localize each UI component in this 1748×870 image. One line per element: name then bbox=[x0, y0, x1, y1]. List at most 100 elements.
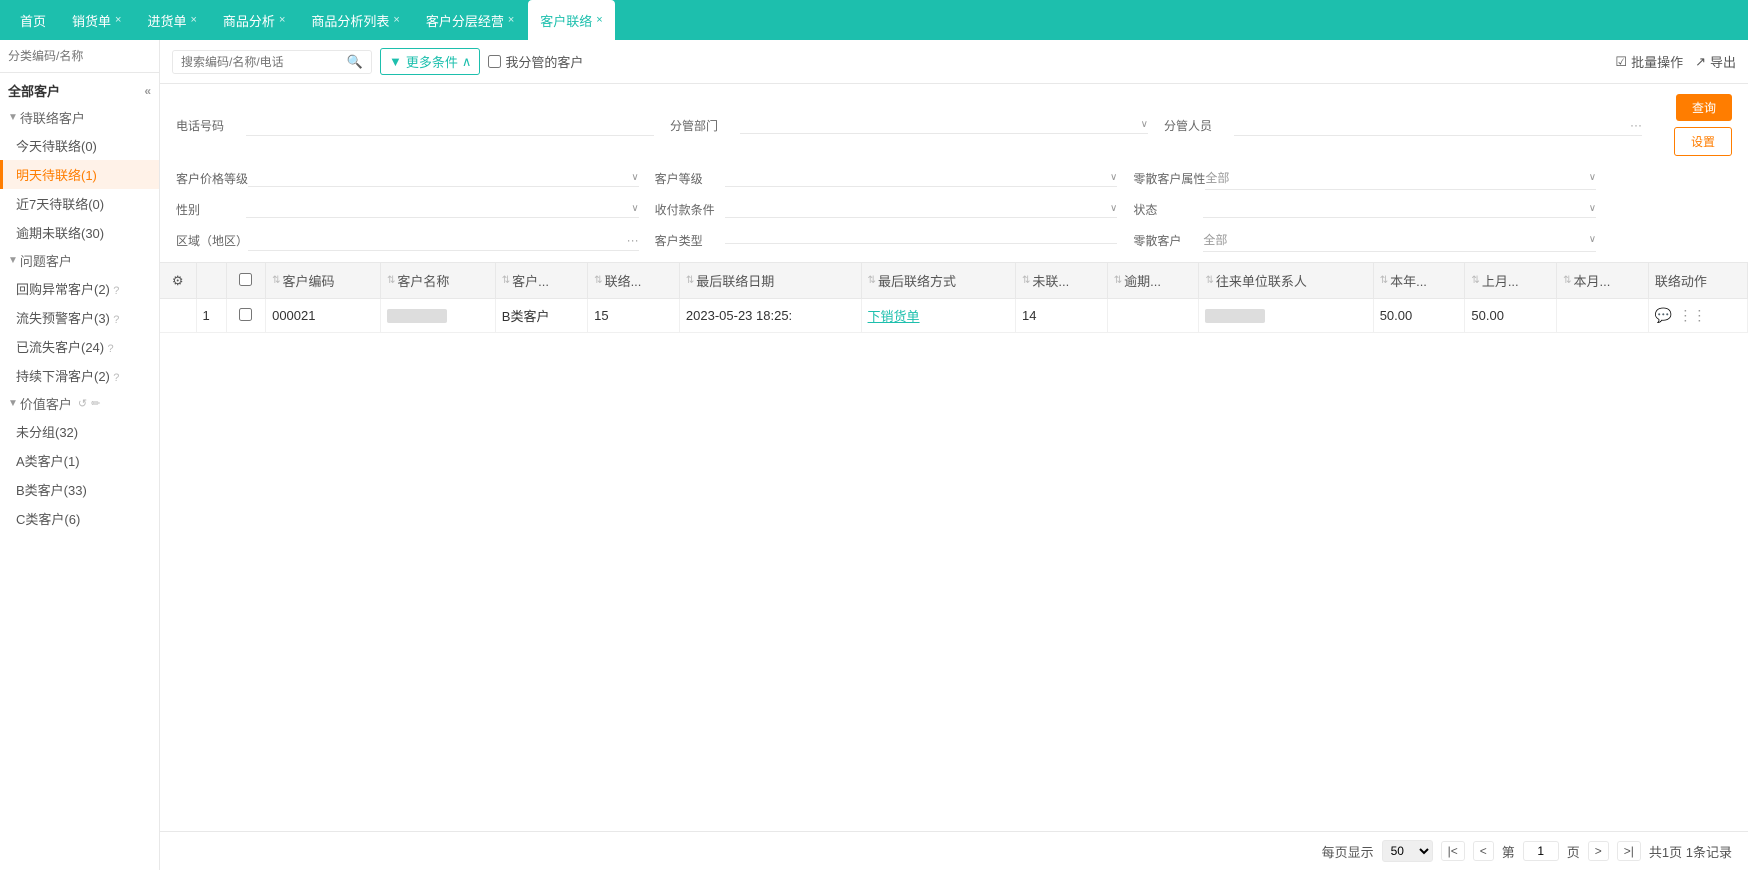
col-sort-company-contact[interactable]: 往来单位联系人 bbox=[1205, 271, 1366, 290]
col-sort-contact[interactable]: 联络... bbox=[594, 271, 673, 290]
filter-retail-attr-select[interactable]: 全部 ∨ bbox=[1205, 166, 1596, 190]
sidebar-item-ungrouped[interactable]: 未分组(32) bbox=[0, 417, 159, 446]
settings-button[interactable]: 设置 bbox=[1674, 127, 1732, 156]
filter-area-dots[interactable]: ··· bbox=[627, 233, 639, 247]
sidebar-item-today-pending[interactable]: 今天待联络(0) bbox=[0, 131, 159, 160]
per-page-select[interactable]: 50 10 20 100 bbox=[1382, 840, 1433, 862]
col-sort-code[interactable]: 客户编码 bbox=[272, 271, 374, 290]
filter-row-2: 客户价格等级 ∨ 客户等级 ∨ 零散客户属性 全部 bbox=[176, 166, 1732, 190]
contact-action-icon[interactable]: 💬 bbox=[1655, 307, 1672, 324]
sidebar-problem-group[interactable]: 问题客户 bbox=[0, 247, 159, 274]
edit-icon[interactable]: ✏ bbox=[91, 397, 100, 410]
sidebar-item-week-pending[interactable]: 近7天待联络(0) bbox=[0, 189, 159, 218]
sidebar-item-declining[interactable]: 持续下滑客户(2) ? bbox=[0, 361, 159, 390]
top-nav: 首页 销货单 × 进货单 × 商品分析 × 商品分析列表 × 客户分层经营 × … bbox=[0, 0, 1748, 40]
filter-phone-input[interactable] bbox=[246, 115, 654, 136]
nav-sales-order[interactable]: 销货单 × bbox=[60, 0, 133, 40]
col-sort-type[interactable]: 客户... bbox=[502, 271, 581, 290]
col-sort-no-contact[interactable]: 未联... bbox=[1022, 271, 1101, 290]
nav-close-product-analysis-list[interactable]: × bbox=[393, 14, 399, 26]
filter-gender-select[interactable]: ∨ bbox=[246, 200, 639, 218]
nav-close-sales-order[interactable]: × bbox=[115, 14, 121, 26]
filter-dept-label: 分管部门 bbox=[670, 117, 740, 134]
sidebar-item-a-class[interactable]: A类客户(1) bbox=[0, 446, 159, 475]
batch-ops-btn[interactable]: ☑ 批量操作 bbox=[1615, 52, 1683, 71]
nav-product-analysis[interactable]: 商品分析 × bbox=[211, 0, 297, 40]
search-icon[interactable]: 🔍 bbox=[347, 54, 363, 70]
nav-purchase-order[interactable]: 进货单 × bbox=[135, 0, 208, 40]
sidebar-collapse-icon[interactable]: « bbox=[144, 84, 151, 98]
sidebar-pending-group[interactable]: 待联络客户 bbox=[0, 104, 159, 131]
my-customers-checkbox-area[interactable]: 我分管的客户 bbox=[488, 52, 583, 71]
filter-gender-label: 性别 bbox=[176, 201, 246, 218]
sidebar-item-overdue-pending[interactable]: 逾期未联络(30) bbox=[0, 218, 159, 247]
sidebar-item-churn-warning[interactable]: 流失预警客户(3) ? bbox=[0, 303, 159, 332]
nav-close-customer-contact[interactable]: × bbox=[596, 14, 602, 26]
filter-more-btn[interactable]: ▼ 更多条件 ∧ bbox=[380, 48, 480, 75]
sidebar-item-tomorrow-pending[interactable]: 明天待联络(1) bbox=[0, 160, 159, 189]
refresh-icon[interactable]: ↺ bbox=[78, 397, 87, 410]
filter-row-3: 性别 ∨ 收付款条件 ∨ 状态 bbox=[176, 200, 1732, 218]
filter-dept-select[interactable]: ∨ bbox=[740, 116, 1148, 134]
first-page-btn[interactable]: |< bbox=[1441, 841, 1465, 861]
col-header-code: 客户编码 bbox=[266, 263, 381, 299]
nav-close-product-analysis[interactable]: × bbox=[279, 14, 285, 26]
filter-area-select[interactable]: ··· bbox=[248, 230, 639, 251]
col-sort-this-month[interactable]: 本月... bbox=[1563, 271, 1642, 290]
page-input[interactable] bbox=[1523, 841, 1559, 861]
filter-payment-select[interactable]: ∨ bbox=[725, 200, 1118, 218]
col-sort-overdue[interactable]: 逾期... bbox=[1114, 271, 1193, 290]
more-action-icon[interactable]: ⋮⋮ bbox=[1678, 307, 1706, 324]
last-contact-method-link[interactable]: 下销货单 bbox=[868, 309, 920, 324]
filter-manager-dots[interactable]: ··· bbox=[1630, 118, 1642, 132]
filter-price-level-select[interactable]: ∨ bbox=[248, 169, 639, 187]
row-checkbox-cell[interactable] bbox=[226, 299, 266, 333]
col-sort-last-month[interactable]: 上月... bbox=[1471, 271, 1550, 290]
nav-close-customer-layered[interactable]: × bbox=[508, 14, 514, 26]
col-sort-last-contact-method[interactable]: 最后联络方式 bbox=[868, 271, 1009, 290]
nav-customer-layered[interactable]: 客户分层经营 × bbox=[414, 0, 526, 40]
filter-manager-select[interactable]: ··· bbox=[1234, 115, 1642, 136]
nav-home[interactable]: 首页 bbox=[8, 0, 58, 40]
export-btn[interactable]: ↗ 导出 bbox=[1695, 52, 1736, 71]
sidebar-item-churned[interactable]: 已流失客户(24) ? bbox=[0, 332, 159, 361]
search-input[interactable] bbox=[181, 55, 343, 69]
col-header-company-contact: 往来单位联系人 bbox=[1199, 263, 1373, 299]
nav-close-purchase-order[interactable]: × bbox=[190, 14, 196, 26]
sidebar-search-area: 🔍 bbox=[0, 40, 159, 73]
col-sort-this-year[interactable]: 本年... bbox=[1380, 271, 1459, 290]
row-last-contact-method-cell[interactable]: 下销货单 bbox=[861, 299, 1015, 333]
row-no-cell: 1 bbox=[196, 299, 226, 333]
next-page-btn[interactable]: > bbox=[1588, 841, 1609, 861]
col-header-checkbox[interactable] bbox=[226, 263, 266, 299]
filter-customer-type-select[interactable] bbox=[725, 237, 1118, 244]
filter-retail-customer-select[interactable]: 全部 ∨ bbox=[1203, 228, 1596, 252]
row-this-month-cell bbox=[1557, 299, 1649, 333]
row-this-year-cell: 50.00 bbox=[1373, 299, 1465, 333]
filter-status-label: 状态 bbox=[1133, 201, 1203, 218]
toolbar: 🔍 ▼ 更多条件 ∧ 我分管的客户 ☑ 批量操作 ↗ 导出 bbox=[160, 40, 1748, 84]
sidebar-value-group[interactable]: 价值客户 ↺ ✏ bbox=[0, 390, 159, 417]
sidebar-item-c-class[interactable]: C类客户(6) bbox=[0, 504, 159, 533]
gear-icon[interactable]: ⚙ bbox=[172, 273, 184, 288]
col-header-last-contact-date: 最后联络日期 bbox=[679, 263, 861, 299]
filter-customer-level-select[interactable]: ∨ bbox=[725, 169, 1118, 187]
question-icon: ? bbox=[113, 285, 119, 297]
row-checkbox[interactable] bbox=[239, 308, 252, 321]
sidebar-item-b-class[interactable]: B类客户(33) bbox=[0, 475, 159, 504]
nav-product-analysis-list[interactable]: 商品分析列表 × bbox=[299, 0, 411, 40]
company-contact-blurred bbox=[1205, 309, 1265, 323]
last-page-btn[interactable]: >| bbox=[1617, 841, 1641, 861]
col-sort-name[interactable]: 客户名称 bbox=[387, 271, 489, 290]
query-button[interactable]: 查询 bbox=[1676, 94, 1732, 121]
select-all-checkbox[interactable] bbox=[239, 273, 252, 286]
row-last-month-cell: 50.00 bbox=[1465, 299, 1557, 333]
sidebar-item-repurchase-abnormal[interactable]: 回购异常客户(2) ? bbox=[0, 274, 159, 303]
sidebar-search-input[interactable] bbox=[8, 49, 160, 63]
my-customers-checkbox[interactable] bbox=[488, 55, 501, 68]
nav-customer-contact[interactable]: 客户联络 × bbox=[528, 0, 614, 40]
question-icon: ? bbox=[107, 343, 113, 355]
filter-status-select[interactable]: ∨ bbox=[1203, 200, 1596, 218]
prev-page-btn[interactable]: < bbox=[1473, 841, 1494, 861]
col-sort-last-contact-date[interactable]: 最后联络日期 bbox=[686, 271, 855, 290]
